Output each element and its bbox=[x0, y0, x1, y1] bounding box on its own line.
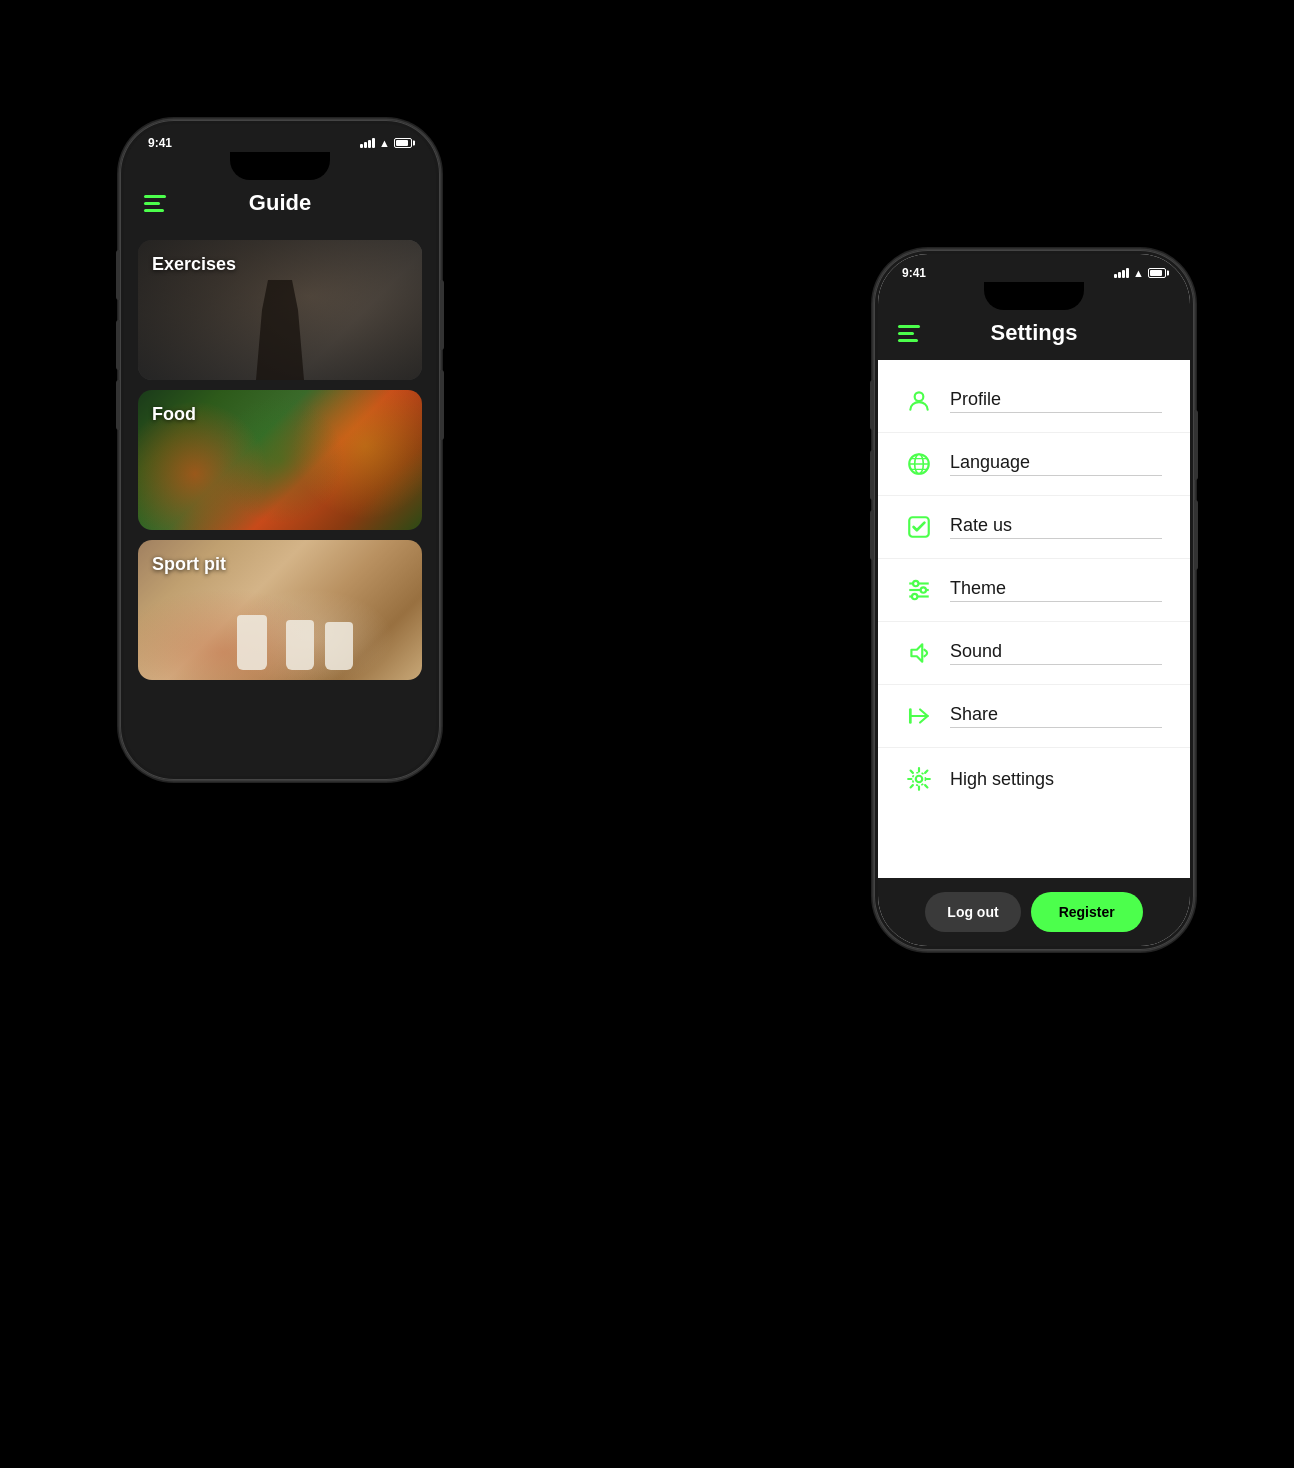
jar-1 bbox=[237, 615, 267, 670]
phones-container: 9:41 ▲ Guide bbox=[0, 0, 1294, 1468]
status-bar-settings: 9:41 ▲ bbox=[878, 254, 1190, 284]
settings-item-sound[interactable]: Sound bbox=[878, 622, 1190, 685]
logout-button[interactable]: Log out bbox=[925, 892, 1020, 932]
phone-settings: 9:41 ▲ Settings bbox=[874, 250, 1194, 950]
food-label: Food bbox=[152, 404, 196, 425]
status-bar-guide: 9:41 ▲ bbox=[124, 124, 436, 154]
globe-icon bbox=[906, 451, 932, 477]
rate-label: Rate us bbox=[950, 515, 1162, 539]
sound-label: Sound bbox=[950, 641, 1162, 665]
signal-icon-s bbox=[1114, 268, 1129, 278]
status-icons-settings: ▲ bbox=[1114, 267, 1166, 279]
svg-point-16 bbox=[916, 776, 923, 783]
check-square-icon bbox=[906, 514, 932, 540]
battery-icon-s bbox=[1148, 268, 1166, 278]
guide-screen: 9:41 ▲ Guide bbox=[124, 124, 436, 776]
sliders-icon bbox=[906, 577, 932, 603]
share-icon bbox=[906, 703, 932, 729]
settings-item-theme[interactable]: Theme bbox=[878, 559, 1190, 622]
time-guide: 9:41 bbox=[148, 136, 172, 150]
wifi-icon-s: ▲ bbox=[1133, 267, 1144, 279]
signal-icon bbox=[360, 138, 375, 148]
status-icons-guide: ▲ bbox=[360, 137, 412, 149]
high-settings-label: High settings bbox=[950, 769, 1162, 790]
settings-header: Settings bbox=[878, 310, 1190, 360]
svg-point-17 bbox=[913, 773, 926, 786]
guide-header: Guide bbox=[124, 180, 436, 230]
time-settings: 9:41 bbox=[902, 266, 926, 280]
share-label: Share bbox=[950, 704, 1162, 728]
exercises-label: Exercises bbox=[152, 254, 236, 275]
food-card[interactable]: Food bbox=[138, 390, 422, 530]
svg-point-8 bbox=[913, 581, 918, 586]
hamburger-menu[interactable] bbox=[144, 195, 166, 212]
language-label: Language bbox=[950, 452, 1162, 476]
settings-hamburger[interactable] bbox=[898, 325, 920, 342]
phone-guide: 9:41 ▲ Guide bbox=[120, 120, 440, 780]
wifi-icon: ▲ bbox=[379, 137, 390, 149]
settings-item-language[interactable]: Language bbox=[878, 433, 1190, 496]
battery-icon bbox=[394, 138, 412, 148]
settings-list: Profile Language bbox=[878, 360, 1190, 878]
gear-icon bbox=[906, 766, 932, 792]
settings-item-profile[interactable]: Profile bbox=[878, 370, 1190, 433]
register-button[interactable]: Register bbox=[1031, 892, 1143, 932]
svg-point-12 bbox=[912, 594, 917, 599]
exercises-card[interactable]: Exercises bbox=[138, 240, 422, 380]
sportpit-card[interactable]: Sport pit bbox=[138, 540, 422, 680]
svg-point-0 bbox=[915, 392, 924, 401]
settings-footer: Log out Register bbox=[878, 878, 1190, 946]
volume-icon bbox=[906, 640, 932, 666]
sportpit-label: Sport pit bbox=[152, 554, 226, 575]
svg-marker-13 bbox=[911, 644, 922, 661]
guide-content: Exercises Food Sport pit bbox=[124, 230, 436, 690]
settings-title: Settings bbox=[936, 320, 1132, 346]
notch-settings bbox=[878, 284, 1190, 310]
settings-item-rate[interactable]: Rate us bbox=[878, 496, 1190, 559]
svg-point-10 bbox=[921, 587, 926, 592]
profile-label: Profile bbox=[950, 389, 1162, 413]
settings-screen: 9:41 ▲ Settings bbox=[878, 254, 1190, 946]
notch-guide bbox=[124, 154, 436, 180]
settings-item-share[interactable]: Share bbox=[878, 685, 1190, 748]
jar-2 bbox=[286, 620, 314, 670]
person-icon bbox=[906, 388, 932, 414]
guide-title: Guide bbox=[182, 190, 378, 216]
jar-3 bbox=[325, 622, 353, 670]
settings-item-high-settings[interactable]: High settings bbox=[878, 748, 1190, 810]
theme-label: Theme bbox=[950, 578, 1162, 602]
